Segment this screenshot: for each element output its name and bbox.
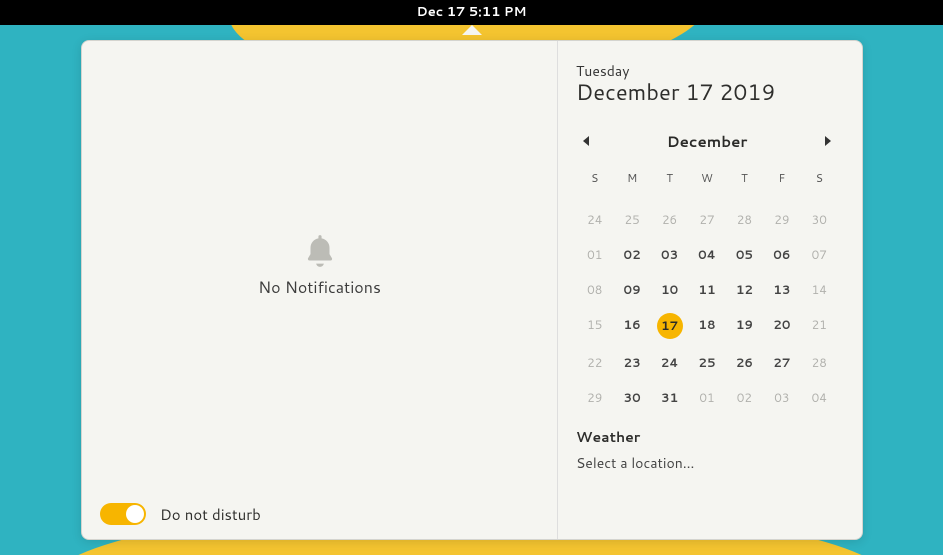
dnd-toggle[interactable]: [100, 503, 146, 525]
calendar-day[interactable]: 13: [763, 278, 800, 301]
calendar-day[interactable]: 29: [763, 208, 800, 231]
calendar-day[interactable]: 24: [576, 208, 613, 231]
notifications-empty-state: No Notifications: [82, 41, 557, 489]
calendar-grid: 2425262728293001020304050607080910111213…: [576, 208, 838, 409]
calendar-day[interactable]: 01: [576, 243, 613, 266]
calendar-dow-row: SMTWTFS: [576, 170, 838, 186]
calendar-day[interactable]: 27: [688, 208, 725, 231]
calendar-day[interactable]: 17: [651, 313, 688, 339]
current-full-date: December 17 2019: [576, 77, 838, 108]
calendar-day[interactable]: 12: [726, 278, 763, 301]
prev-month-button[interactable]: [576, 130, 598, 152]
calendar-dow-cell: T: [726, 170, 763, 186]
calendar-day[interactable]: 04: [801, 386, 838, 409]
weather-select-location[interactable]: Select a location…: [576, 453, 838, 473]
calendar-day[interactable]: 07: [801, 243, 838, 266]
weather-title: Weather: [576, 427, 838, 447]
calendar-day[interactable]: 25: [613, 208, 650, 231]
dnd-label: Do not disturb: [160, 504, 261, 525]
calendar-day[interactable]: 08: [576, 278, 613, 301]
calendar-day[interactable]: 15: [576, 313, 613, 339]
calendar-day[interactable]: 11: [688, 278, 725, 301]
calendar-day[interactable]: 28: [801, 351, 838, 374]
calendar-day[interactable]: 26: [651, 208, 688, 231]
calendar-day[interactable]: 27: [763, 351, 800, 374]
bell-icon: [301, 232, 339, 270]
calendar-day[interactable]: 31: [651, 386, 688, 409]
calendar-dow-cell: W: [688, 170, 725, 186]
notification-calendar-popover: No Notifications Do not disturb Tuesday …: [81, 40, 863, 540]
dnd-row: Do not disturb: [82, 489, 557, 539]
calendar-day[interactable]: 26: [726, 351, 763, 374]
calendar-day[interactable]: 29: [576, 386, 613, 409]
calendar-dow-cell: F: [763, 170, 800, 186]
calendar-dow-cell: S: [801, 170, 838, 186]
calendar-day[interactable]: 10: [651, 278, 688, 301]
calendar-day[interactable]: 04: [688, 243, 725, 266]
calendar-day[interactable]: 20: [763, 313, 800, 339]
calendar-panel: Tuesday December 17 2019 December SMTWTF…: [558, 41, 862, 539]
calendar-day[interactable]: 06: [763, 243, 800, 266]
calendar-day[interactable]: 19: [726, 313, 763, 339]
calendar-day[interactable]: 16: [613, 313, 650, 339]
calendar-day[interactable]: 03: [651, 243, 688, 266]
calendar-day[interactable]: 02: [613, 243, 650, 266]
calendar-header: December: [576, 130, 838, 152]
calendar-day[interactable]: 05: [726, 243, 763, 266]
calendar-day[interactable]: 22: [576, 351, 613, 374]
calendar-day[interactable]: 23: [613, 351, 650, 374]
calendar-dow-cell: T: [651, 170, 688, 186]
calendar-day[interactable]: 14: [801, 278, 838, 301]
calendar-day[interactable]: 18: [688, 313, 725, 339]
calendar-day[interactable]: 21: [801, 313, 838, 339]
calendar-day[interactable]: 03: [763, 386, 800, 409]
calendar-day[interactable]: 09: [613, 278, 650, 301]
calendar-dow-cell: S: [576, 170, 613, 186]
calendar-day[interactable]: 24: [651, 351, 688, 374]
calendar-day[interactable]: 01: [688, 386, 725, 409]
popover-arrow: [462, 25, 482, 35]
calendar-day[interactable]: 30: [613, 386, 650, 409]
no-notifications-label: No Notifications: [258, 276, 381, 299]
calendar-dow-cell: M: [613, 170, 650, 186]
calendar-day[interactable]: 25: [688, 351, 725, 374]
topbar: Dec 17 5:11 PM: [0, 0, 943, 25]
notifications-panel: No Notifications Do not disturb: [82, 41, 557, 539]
calendar-day[interactable]: 30: [801, 208, 838, 231]
calendar-day[interactable]: 28: [726, 208, 763, 231]
next-month-button[interactable]: [816, 130, 838, 152]
calendar-day[interactable]: 02: [726, 386, 763, 409]
calendar-month-label: December: [667, 131, 748, 152]
topbar-clock[interactable]: Dec 17 5:11 PM: [403, 0, 541, 25]
